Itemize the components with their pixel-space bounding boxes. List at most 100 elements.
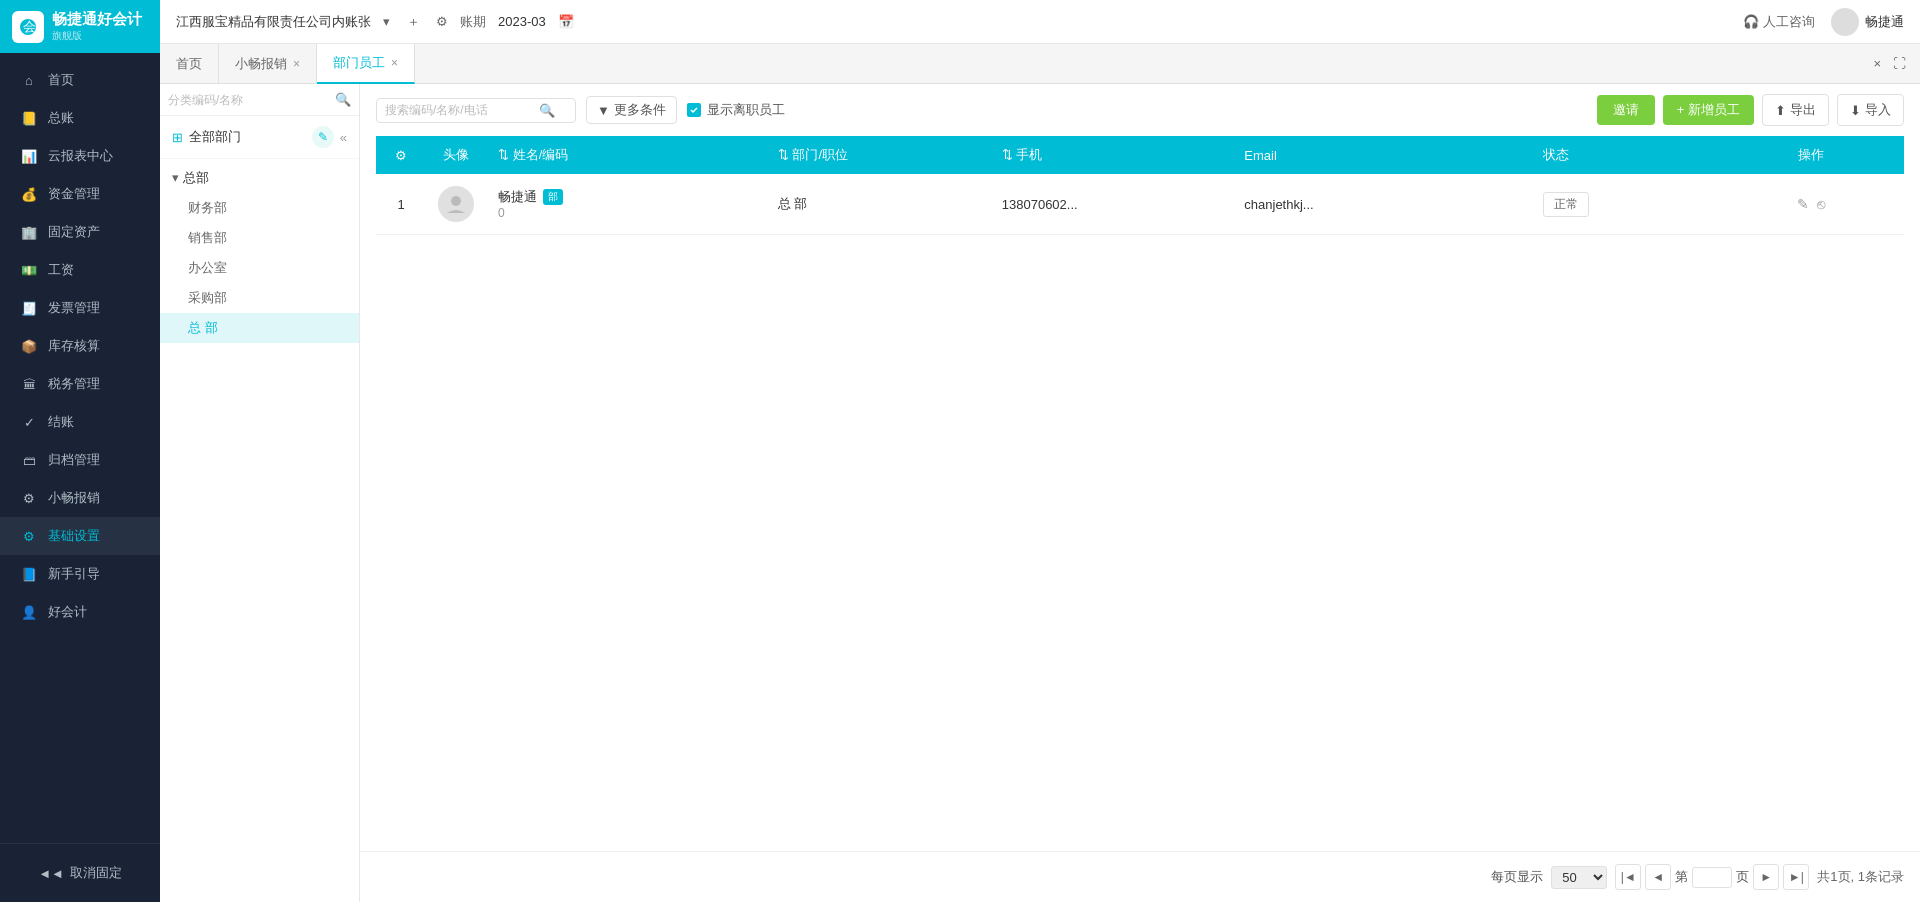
invite-button[interactable]: 邀请 [1597,95,1655,125]
sidebar-item-label: 首页 [48,71,74,89]
dept-search-icon[interactable]: 🔍 [335,92,351,107]
archive-icon: 🗃 [20,451,38,469]
more-filter-button[interactable]: ▼ 更多条件 [586,96,677,124]
dept-child-label: 销售部 [188,230,227,245]
sidebar-item-salary[interactable]: 💵 工资 [0,251,160,289]
support-label: 人工咨询 [1763,13,1815,31]
sidebar: 会 畅捷通好会计 旗舰版 ⌂ 首页 📒 总账 📊 云报表中心 💰 资金管理 🏢 … [0,0,160,902]
tab-department[interactable]: 部门员工 × [317,44,415,84]
dept-item-general[interactable]: 总 部 [160,313,359,343]
add-employee-button[interactable]: + 新增员工 [1663,95,1754,125]
dept-search-input[interactable] [168,93,335,107]
per-page-select-wrapper: 50 20 100 [1551,866,1607,889]
per-page-select[interactable]: 50 20 100 [1551,866,1607,889]
cancel-pin-button[interactable]: ◄◄ 取消固定 [0,854,160,892]
dept-all-header[interactable]: ⊞ 全部部门 ✎ « [160,116,359,159]
page-number-input[interactable]: 1 [1692,867,1732,888]
sidebar-item-label: 结账 [48,413,74,431]
sidebar-item-account[interactable]: 👤 好会计 [0,593,160,631]
logo-subtitle: 旗舰版 [52,29,142,43]
tab-home-label: 首页 [176,55,202,73]
sidebar-item-inventory[interactable]: 📦 库存核算 [0,327,160,365]
col-name[interactable]: ⇅ 姓名/编码 [486,136,766,174]
dept-label: 总部 [183,170,209,185]
export-button[interactable]: ⬆ 导出 [1762,94,1829,126]
dept-child-label: 办公室 [188,260,227,275]
tab-expand-button[interactable]: ⛶ [1887,52,1912,75]
dept-item-office[interactable]: 办公室 [160,253,359,283]
dept-item-purchase[interactable]: 采购部 [160,283,359,313]
table-row: 1 畅捷通 [376,174,1904,235]
col-dept[interactable]: ⇅ 部门/职位 [766,136,990,174]
logout-employee-button[interactable]: ⎋ [1817,196,1825,212]
right-panel: 🔍 ▼ 更多条件 显示离职员工 邀请 + 新增员工 ⬆ [360,84,1920,902]
guide-icon: 📘 [20,565,38,583]
employee-search-input[interactable] [385,103,535,117]
dept-child-label: 财务部 [188,200,227,215]
col-settings[interactable]: ⚙ [376,136,426,174]
status-badge: 正常 [1543,192,1589,217]
dept-item-sales[interactable]: 销售部 [160,223,359,253]
company-settings-icon[interactable]: ⚙ [436,14,448,29]
tab-department-label: 部门员工 [333,54,385,72]
prev-page-button[interactable]: ◄ [1645,864,1671,890]
sidebar-item-checkout[interactable]: ✓ 结账 [0,403,160,441]
per-page-label: 每页显示 [1491,868,1543,886]
dept-child-label: 采购部 [188,290,227,305]
edit-employee-button[interactable]: ✎ [1797,196,1809,212]
cancel-pin-label: 取消固定 [70,864,122,882]
sidebar-item-label: 云报表中心 [48,147,113,165]
add-company-button[interactable]: ＋ [402,11,424,33]
fund-icon: 💰 [20,185,38,203]
sidebar-item-fund[interactable]: 💰 资金管理 [0,175,160,213]
import-label: 导入 [1865,101,1891,119]
first-page-button[interactable]: |◄ [1615,864,1641,890]
employee-code: 0 [498,206,754,220]
sidebar-item-label: 总账 [48,109,74,127]
tab-department-close[interactable]: × [391,56,398,70]
user-info[interactable]: 畅捷通 [1831,8,1904,36]
next-page-button[interactable]: ► [1753,864,1779,890]
tab-close-all-button[interactable]: × [1867,52,1887,75]
tab-expense[interactable]: 小畅报销 × [219,44,317,84]
svg-point-2 [451,196,461,206]
col-name-label: 姓名/编码 [513,147,569,162]
dept-edit-button[interactable]: ✎ [312,126,334,148]
sidebar-item-guide[interactable]: 📘 新手引导 [0,555,160,593]
sidebar-item-settings[interactable]: ⚙ 基础设置 [0,517,160,555]
sidebar-item-invoice[interactable]: 🧾 发票管理 [0,289,160,327]
sidebar-item-asset[interactable]: 🏢 固定资产 [0,213,160,251]
import-button[interactable]: ⬇ 导入 [1837,94,1904,126]
dept-item-finance[interactable]: 财务部 [160,193,359,223]
sidebar-item-ledger[interactable]: 📒 总账 [0,99,160,137]
sidebar-item-archive[interactable]: 🗃 归档管理 [0,441,160,479]
show-resigned-checkbox[interactable] [687,103,701,117]
cell-num: 1 [376,174,426,235]
sidebar-item-expense[interactable]: ⚙ 小畅报销 [0,479,160,517]
show-resigned-toggle[interactable]: 显示离职员工 [687,101,785,119]
col-phone[interactable]: ⇅ 手机 [990,136,1233,174]
import-icon: ⬇ [1850,103,1861,118]
ledger-icon: 📒 [20,109,38,127]
cell-action: ✎ ⎋ [1717,174,1904,235]
period-value: 2023-03 [498,14,546,29]
dept-child-label: 总 部 [188,320,218,335]
settings-col-icon: ⚙ [395,148,407,163]
sidebar-item-report[interactable]: 📊 云报表中心 [0,137,160,175]
logo-text-area: 畅捷通好会计 旗舰版 [52,10,142,43]
employee-toolbar: 🔍 ▼ 更多条件 显示离职员工 邀请 + 新增员工 ⬆ [360,84,1920,136]
company-dropdown-icon[interactable]: ▾ [383,14,390,29]
employee-search-icon[interactable]: 🔍 [539,103,555,118]
sidebar-item-label: 归档管理 [48,451,100,469]
calendar-icon[interactable]: 📅 [558,14,574,29]
dept-item-zongbu[interactable]: ▾ 总部 [160,163,359,193]
chart-icon: 📊 [20,147,38,165]
tab-home[interactable]: 首页 [160,44,219,84]
inventory-icon: 📦 [20,337,38,355]
dept-collapse-button[interactable]: « [340,130,347,145]
tab-expense-close[interactable]: × [293,57,300,71]
support-button[interactable]: 🎧 人工咨询 [1743,13,1815,31]
sidebar-item-home[interactable]: ⌂ 首页 [0,61,160,99]
sidebar-item-tax[interactable]: 🏛 税务管理 [0,365,160,403]
last-page-button[interactable]: ►| [1783,864,1809,890]
